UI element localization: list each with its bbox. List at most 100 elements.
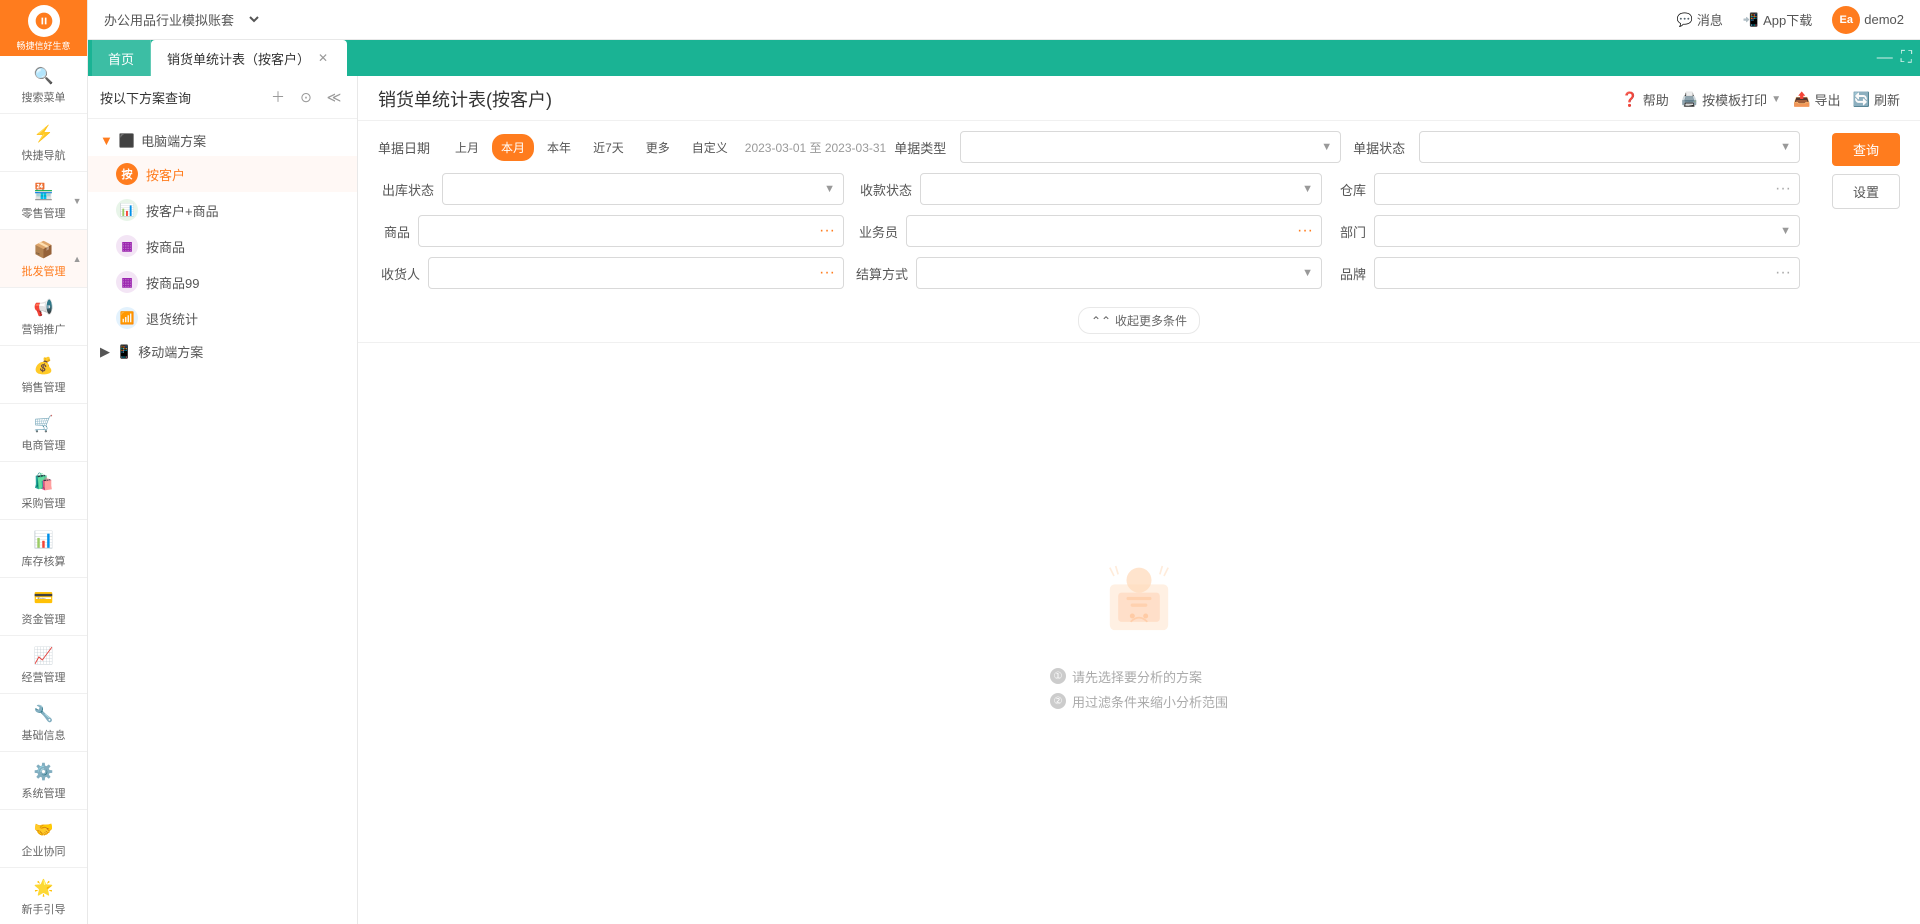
empty-state: ① 请先选择要分析的方案 ② 用过滤条件来缩小分析范围 (358, 343, 1920, 924)
by-product-99-icon: ▦ (116, 271, 138, 293)
account-title: 办公用品行业模拟账套 (104, 10, 234, 29)
tree-group-mobile-label: 移动端方案 (138, 342, 203, 361)
warehouse-input[interactable]: ··· (1374, 173, 1800, 205)
tree-group-desktop[interactable]: ▼ ⬛ 电脑端方案 (88, 125, 357, 156)
tab-home[interactable]: 首页 (92, 40, 151, 76)
tree-group-desktop-arrow-icon: ▼ (100, 133, 113, 148)
filter-side-buttons: 查询 设置 (1820, 121, 1920, 221)
refresh-label: 刷新 (1874, 90, 1900, 109)
settlement-input[interactable]: ▼ (916, 257, 1322, 289)
header-left: 办公用品行业模拟账套 (104, 10, 262, 29)
receiver-label: 收货人 (378, 264, 428, 283)
tree-item-return-stats[interactable]: 📶 退货统计 (88, 300, 357, 336)
sidebar-label-newbie: 新手引导 (22, 901, 66, 917)
settings-scheme-btn[interactable]: ⊙ (295, 86, 317, 108)
tree-item-by-product-99[interactable]: ▦ 按商品99 (88, 264, 357, 300)
sidebar-label-retail: 零售管理 (22, 205, 66, 221)
tab-sales-stats-close-icon[interactable]: ✕ (316, 49, 330, 67)
sidebar-logo[interactable]: 畅捷信好生意 (0, 0, 88, 56)
app-download-label: App下载 (1763, 10, 1812, 29)
query-button[interactable]: 查询 (1832, 133, 1900, 166)
message-icon: 💬 (1677, 12, 1693, 28)
sidebar-label-ecommerce: 电商管理 (22, 437, 66, 453)
content-area: 按以下方案查询 ＋ ⊙ ≪ ▼ ⬛ 电脑端方案 按 按客户 (88, 76, 1920, 924)
collapse-up-icon: ⌃⌃ (1091, 314, 1111, 328)
return-stats-label: 退货统计 (146, 309, 198, 328)
purchase-icon: 🛍️ (34, 472, 54, 492)
product-dots: ··· (819, 222, 835, 240)
help-icon: ❓ (1621, 91, 1638, 108)
add-scheme-btn[interactable]: ＋ (267, 86, 289, 108)
user-avatar: Ea (1832, 6, 1860, 34)
sidebar-item-enterprise[interactable]: 🤝 企业协同 (0, 810, 88, 868)
account-selector[interactable] (242, 11, 262, 28)
sidebar-item-basic[interactable]: 🔧 基础信息 (0, 694, 88, 752)
receiver-input[interactable]: ··· (428, 257, 844, 289)
tab-minimize-icon[interactable]: — (1877, 49, 1893, 67)
out-status-input[interactable]: ▼ (442, 173, 844, 205)
retail-arrow-icon: ▼ (73, 196, 82, 206)
inventory-icon: 📊 (34, 530, 54, 550)
payment-status-input[interactable]: ▼ (920, 173, 1322, 205)
export-icon: 📤 (1793, 91, 1810, 108)
date-btn-custom[interactable]: 自定义 (683, 134, 737, 161)
tab-bar-actions: — ⛶ (1877, 49, 1920, 67)
collapse-btn[interactable]: ⌃⌃ 收起更多条件 (1078, 307, 1200, 334)
sidebar-label-enterprise: 企业协同 (22, 843, 66, 859)
tree-item-by-product[interactable]: ▦ 按商品 (88, 228, 357, 264)
tab-maximize-icon[interactable]: ⛶ (1901, 49, 1912, 67)
refresh-btn[interactable]: 🔄 刷新 (1853, 90, 1900, 109)
collapse-panel-btn[interactable]: ≪ (323, 86, 345, 108)
user-profile-btn[interactable]: Ea demo2 (1832, 6, 1904, 34)
settings-button[interactable]: 设置 (1832, 174, 1900, 209)
sidebar-item-marketing[interactable]: 📢 营销推广 (0, 288, 88, 346)
date-btn-last-month[interactable]: 上月 (446, 134, 488, 161)
sidebar-item-search[interactable]: 🔍 搜索菜单 (0, 56, 88, 114)
sidebar-item-sales[interactable]: 💰 销售管理 (0, 346, 88, 404)
sidebar-item-retail[interactable]: 🏪 零售管理 ▼ (0, 172, 88, 230)
department-input[interactable]: ▼ (1374, 215, 1800, 247)
sidebar-item-purchase[interactable]: 🛍️ 采购管理 (0, 462, 88, 520)
app-download-btn[interactable]: 📲 App下载 (1743, 10, 1812, 29)
print-btn[interactable]: 🖨️ 按模板打印 ▼ (1681, 90, 1781, 109)
settlement-dropdown-icon: ▼ (1302, 267, 1313, 279)
by-customer-product-label: 按客户+商品 (146, 201, 219, 220)
doc-type-label: 单据类型 (894, 138, 954, 157)
tip2-num: ② (1050, 693, 1066, 709)
tree-item-by-customer-product[interactable]: 📊 按客户+商品 (88, 192, 357, 228)
salesperson-input[interactable]: ··· (906, 215, 1322, 247)
sidebar-item-ecommerce[interactable]: 🛒 电商管理 (0, 404, 88, 462)
sidebar-item-system[interactable]: ⚙️ 系统管理 (0, 752, 88, 810)
doc-status-dropdown-icon: ▼ (1780, 141, 1791, 153)
by-customer-icon: 按 (116, 163, 138, 185)
tab-sales-stats[interactable]: 销货单统计表（按客户） ✕ (151, 40, 347, 76)
sidebar-item-wholesale[interactable]: 📦 批发管理 ▲ (0, 230, 88, 288)
by-customer-label: 按客户 (146, 165, 185, 184)
help-btn[interactable]: ❓ 帮助 (1621, 90, 1668, 109)
brand-label: 品牌 (1334, 264, 1374, 283)
sidebar-label-inventory: 库存核算 (22, 553, 66, 569)
tree-group-mobile[interactable]: ▶ 📱 移动端方案 (88, 336, 357, 367)
date-btn-this-month[interactable]: 本月 (492, 134, 534, 161)
sidebar-item-quicknav[interactable]: ⚡ 快捷导航 (0, 114, 88, 172)
out-status-label: 出库状态 (378, 180, 442, 199)
doc-status-input[interactable]: ▼ (1419, 131, 1800, 163)
tip2-text: 用过滤条件来缩小分析范围 (1072, 692, 1228, 711)
date-btn-7days[interactable]: 近7天 (584, 134, 633, 161)
product-input[interactable]: ··· (418, 215, 844, 247)
sidebar-item-operations[interactable]: 📈 经营管理 (0, 636, 88, 694)
message-btn[interactable]: 💬 消息 (1677, 10, 1723, 29)
tree-section: ▼ ⬛ 电脑端方案 按 按客户 📊 按客户+商品 ▦ 按商品 (88, 119, 357, 373)
sidebar-item-inventory[interactable]: 📊 库存核算 (0, 520, 88, 578)
sidebar-item-newbie[interactable]: 🌟 新手引导 (0, 868, 88, 924)
export-btn[interactable]: 📤 导出 (1793, 90, 1840, 109)
date-btn-this-year[interactable]: 本年 (538, 134, 580, 161)
brand-input[interactable]: ··· (1374, 257, 1800, 289)
header-right: 💬 消息 📲 App下载 Ea demo2 (1677, 6, 1904, 34)
marketing-icon: 📢 (34, 298, 54, 318)
tree-item-by-customer[interactable]: 按 按客户 (88, 156, 357, 192)
doc-type-input[interactable]: ▼ (960, 131, 1341, 163)
sidebar-item-finance[interactable]: 💳 资金管理 (0, 578, 88, 636)
left-panel: 按以下方案查询 ＋ ⊙ ≪ ▼ ⬛ 电脑端方案 按 按客户 (88, 76, 358, 924)
date-btn-more[interactable]: 更多 (637, 134, 679, 161)
